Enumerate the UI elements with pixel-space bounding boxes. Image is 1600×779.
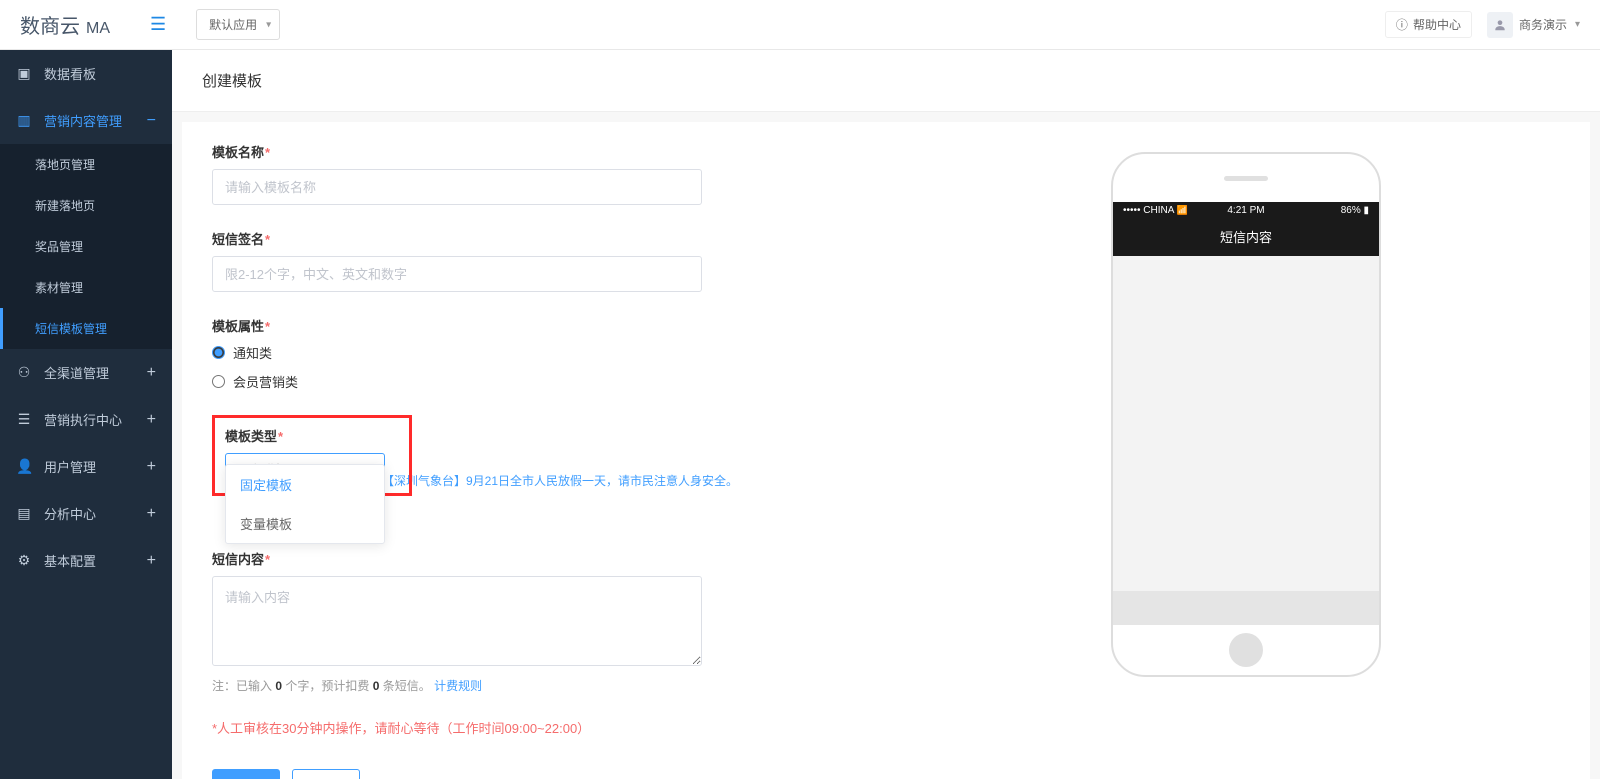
- billing-rule-link[interactable]: 计费规则: [434, 679, 482, 693]
- content-textarea[interactable]: [212, 576, 702, 666]
- dashboard-icon: ▣: [16, 65, 32, 82]
- omnichannel-icon: ⚇: [16, 364, 32, 381]
- sidebar-item-execution[interactable]: ☰ 营销执行中心 +: [0, 396, 172, 443]
- collapse-icon: −: [147, 112, 156, 130]
- template-name-label: 模板名称*: [212, 142, 932, 161]
- dropdown-option-variable[interactable]: 变量模板: [226, 504, 384, 543]
- sms-sign-label: 短信签名*: [212, 229, 932, 248]
- sidebar-item-label: 全渠道管理: [44, 363, 109, 382]
- expand-icon: +: [147, 458, 156, 476]
- sidebar-item-settings[interactable]: ⚙ 基本配置 +: [0, 537, 172, 584]
- attribute-label: 模板属性*: [212, 316, 932, 335]
- radio-member-input[interactable]: [212, 375, 225, 388]
- user-menu[interactable]: 商务演示: [1487, 12, 1580, 38]
- template-name-input[interactable]: [212, 169, 702, 205]
- cancel-button[interactable]: 取消: [292, 769, 360, 779]
- sidebar-item-label: 分析中心: [44, 504, 96, 523]
- expand-icon: +: [147, 364, 156, 382]
- template-type-label: 模板类型*: [225, 426, 399, 445]
- sidebar-item-label: 基本配置: [44, 551, 96, 570]
- brand-logo: 数商云 MA: [20, 10, 110, 39]
- phone-nav-title: 短信内容: [1113, 219, 1379, 256]
- analytics-icon: ▤: [16, 505, 32, 522]
- sidebar-item-omnichannel[interactable]: ⚇ 全渠道管理 +: [0, 349, 172, 396]
- phone-preview-area: ••••• CHINA 4:21 PM 86% ▮ 短信内容: [932, 142, 1560, 779]
- radio-member-marketing[interactable]: 会员营销类: [212, 372, 932, 391]
- menu-toggle-icon[interactable]: ☰: [135, 14, 181, 35]
- content-counter: 注：已输入 0 个字，预计扣费 0 条短信。 计费规则: [212, 677, 932, 694]
- sidebar-nav: ▣ 数据看板 ▥ 营销内容管理 − 落地页管理 新建落地页 奖品管理 素材管理 …: [0, 50, 172, 779]
- sidebar-item-analytics[interactable]: ▤ 分析中心 +: [0, 490, 172, 537]
- phone-bottom-bar: [1113, 591, 1379, 625]
- dropdown-option-fixed[interactable]: 固定模板: [226, 465, 384, 504]
- sidebar-item-label: 用户管理: [44, 457, 96, 476]
- phone-speaker: [1224, 176, 1268, 181]
- execution-icon: ☰: [16, 411, 32, 428]
- sidebar-submenu: 落地页管理 新建落地页 奖品管理 素材管理 短信模板管理: [0, 144, 172, 349]
- audit-warning: *人工审核在30分钟内操作，请耐心等待（工作时间09:00~22:00）: [212, 718, 932, 737]
- help-icon: ⓘ: [1396, 16, 1408, 33]
- phone-home-button: [1229, 633, 1263, 667]
- template-type-dropdown: 固定模板 变量模板: [225, 464, 385, 544]
- sidebar-sub-prize[interactable]: 奖品管理: [0, 226, 172, 267]
- top-header: 数商云 MA ☰ 默认应用 ⓘ 帮助中心 商务演示: [0, 0, 1600, 50]
- expand-icon: +: [147, 411, 156, 429]
- sidebar-sub-sms-template[interactable]: 短信模板管理: [0, 308, 172, 349]
- sidebar-item-label: 营销执行中心: [44, 410, 122, 429]
- phone-bottom-bezel: [1113, 625, 1379, 675]
- page-title: 创建模板: [172, 50, 1600, 112]
- help-label: 帮助中心: [1413, 16, 1461, 33]
- sidebar-item-label: 营销内容管理: [44, 111, 122, 130]
- sidebar-sub-new-landing[interactable]: 新建落地页: [0, 185, 172, 226]
- sidebar-item-dashboard[interactable]: ▣ 数据看板: [0, 50, 172, 97]
- content-label: 短信内容*: [212, 549, 932, 568]
- main-content: 创建模板 模板名称* 短信签名* 模板: [172, 50, 1600, 779]
- sms-sign-input[interactable]: [212, 256, 702, 292]
- avatar-icon: [1487, 12, 1513, 38]
- username-label: 商务演示: [1519, 16, 1567, 33]
- app-selector[interactable]: 默认应用: [196, 9, 280, 40]
- highlight-annotation: 模板类型* 固定模板 ˄ 固定模板 变量模板: [212, 415, 412, 496]
- phone-top-bezel: [1113, 154, 1379, 202]
- radio-notification[interactable]: 通知类: [212, 343, 932, 362]
- form-area: 模板名称* 短信签名* 模板属性*: [212, 142, 932, 779]
- help-center-button[interactable]: ⓘ 帮助中心: [1385, 11, 1472, 38]
- phone-screen: [1113, 256, 1379, 625]
- phone-mockup: ••••• CHINA 4:21 PM 86% ▮ 短信内容: [1111, 152, 1381, 677]
- app-selector-label: 默认应用: [209, 18, 257, 32]
- brand-name: 数商云: [20, 10, 80, 39]
- users-icon: 👤: [16, 458, 32, 475]
- sidebar-item-users[interactable]: 👤 用户管理 +: [0, 443, 172, 490]
- template-type-hint: 【深圳气象台】9月21日全市人民放假一天，请市民注意人身安全。: [382, 472, 932, 489]
- save-button[interactable]: 保存: [212, 769, 280, 779]
- phone-carrier: ••••• CHINA: [1123, 205, 1188, 216]
- sidebar-sub-material[interactable]: 素材管理: [0, 267, 172, 308]
- expand-icon: +: [147, 505, 156, 523]
- wifi-icon: [1177, 205, 1188, 216]
- expand-icon: +: [147, 552, 156, 570]
- brand-sub: MA: [86, 20, 110, 38]
- radio-notification-input[interactable]: [212, 346, 225, 359]
- phone-time: 4:21 PM: [1227, 205, 1264, 216]
- sidebar-item-label: 数据看板: [44, 64, 96, 83]
- gear-icon: ⚙: [16, 552, 32, 569]
- phone-battery: 86% ▮: [1341, 205, 1369, 216]
- phone-status-bar: ••••• CHINA 4:21 PM 86% ▮: [1113, 202, 1379, 219]
- sidebar-item-marketing-content[interactable]: ▥ 营销内容管理 −: [0, 97, 172, 144]
- sidebar-sub-landing[interactable]: 落地页管理: [0, 144, 172, 185]
- marketing-icon: ▥: [16, 112, 32, 129]
